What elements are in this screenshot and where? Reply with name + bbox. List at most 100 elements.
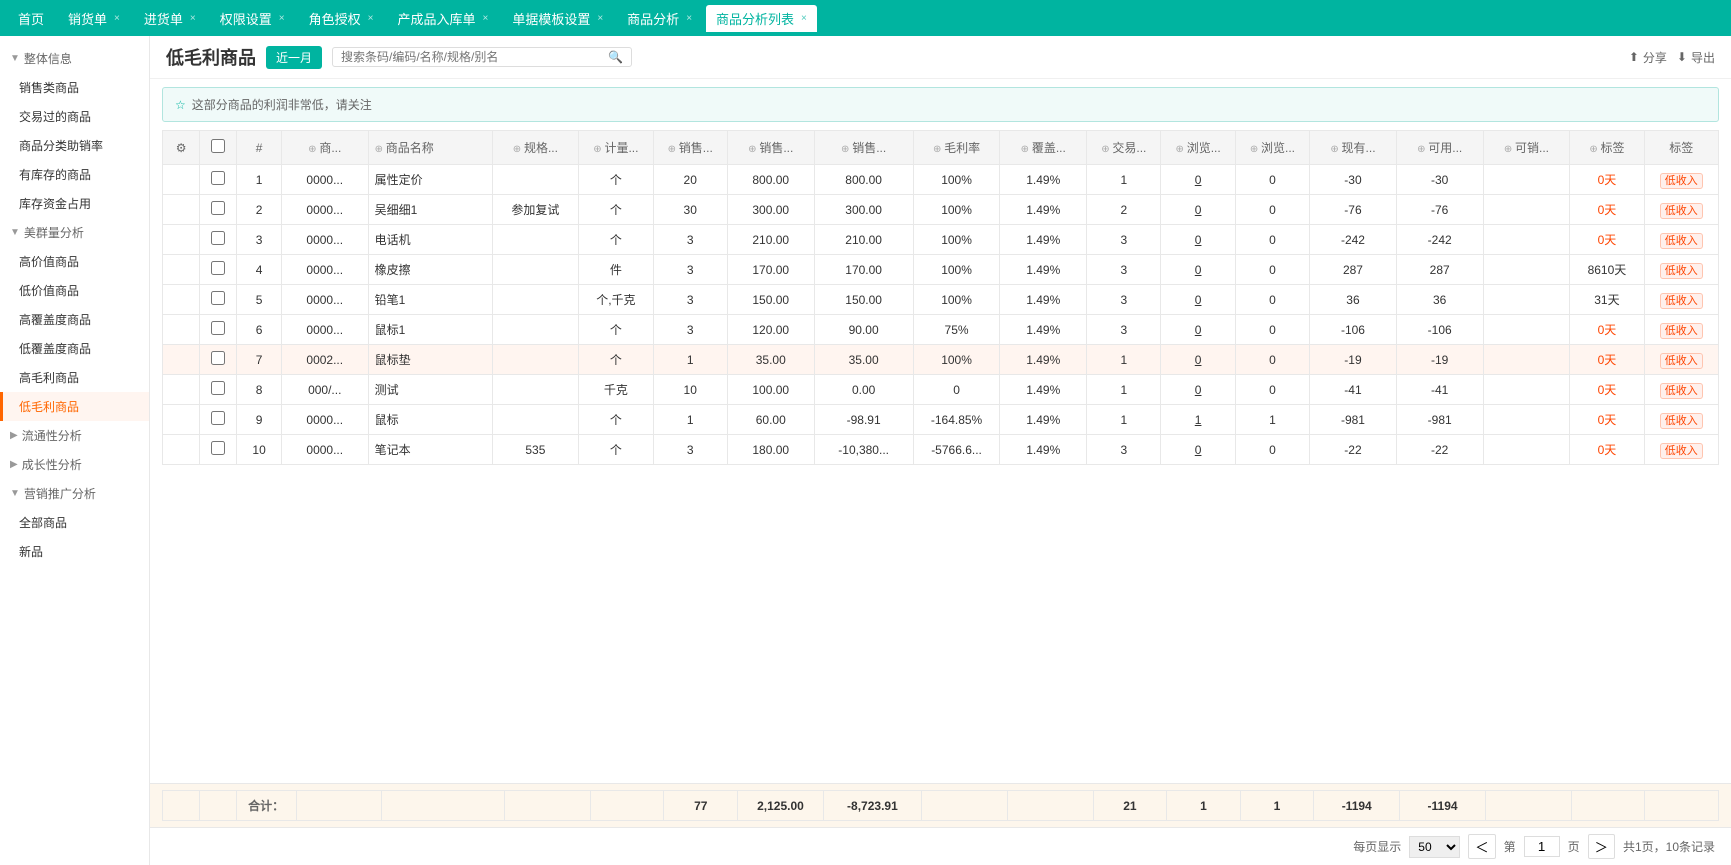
cell-check[interactable] [200,315,237,345]
browse-link[interactable]: 0 [1195,323,1202,337]
nav-item-template[interactable]: 单据模板设置 × [502,5,613,32]
th-saleable[interactable]: 可销... [1483,131,1570,165]
cell-check[interactable] [200,285,237,315]
cell-check[interactable] [200,195,237,225]
row-checkbox[interactable] [211,381,225,395]
row-checkbox[interactable] [211,411,225,425]
row-checkbox[interactable] [211,201,225,215]
row-checkbox[interactable] [211,351,225,365]
period-button[interactable]: 近一月 [266,46,322,69]
th-days[interactable]: 标签 [1570,131,1644,165]
th-browse1[interactable]: 浏览... [1161,131,1235,165]
sidebar-item-traded-products[interactable]: 交易过的商品 [0,102,149,131]
close-icon[interactable]: × [686,13,692,24]
th-gross-rate[interactable]: 毛利率 [913,131,1000,165]
close-icon[interactable]: × [801,13,807,24]
th-code[interactable]: 商... [281,131,368,165]
th-trans[interactable]: 交易... [1087,131,1161,165]
browse-link[interactable]: 0 [1195,383,1202,397]
prev-page-button[interactable]: ＜ [1468,834,1495,859]
page-size-select[interactable]: 50 10 20 100 [1409,836,1460,858]
browse-link[interactable]: 0 [1195,263,1202,277]
browse-link[interactable]: 0 [1195,353,1202,367]
cell-check[interactable] [200,435,237,465]
close-icon[interactable]: × [368,13,374,24]
th-settings[interactable]: ⚙ [163,131,200,165]
row-checkbox[interactable] [211,261,225,275]
row-checkbox[interactable] [211,441,225,455]
browse-link[interactable]: 0 [1195,443,1202,457]
sidebar-group-circulation[interactable]: ▶ 流通性分析 [0,421,149,450]
cell-browse1[interactable]: 0 [1161,315,1235,345]
th-spec[interactable]: 规格... [492,131,579,165]
row-checkbox[interactable] [211,321,225,335]
browse-link[interactable]: 0 [1195,233,1202,247]
gear-icon[interactable]: ⚙ [176,141,187,155]
sidebar-group-marketing[interactable]: ▼ 营销推广分析 [0,479,149,508]
sidebar-group-beauty[interactable]: ▼ 美群量分析 [0,218,149,247]
th-name[interactable]: 商品名称 [368,131,492,165]
sidebar-item-low-margin[interactable]: 低毛利商品 [0,392,149,421]
sidebar-item-new-products[interactable]: 新品 [0,537,149,566]
th-available[interactable]: 可用... [1396,131,1483,165]
close-icon[interactable]: × [597,13,603,24]
cell-check[interactable] [200,225,237,255]
page-number-input[interactable] [1524,836,1560,857]
sidebar-item-stock-capital[interactable]: 库存资金占用 [0,189,149,218]
cell-browse1[interactable]: 0 [1161,285,1235,315]
export-button[interactable]: ⬇ 导出 [1677,49,1715,66]
th-sales-profit[interactable]: 销售... [814,131,913,165]
cell-check[interactable] [200,345,237,375]
sidebar-group-growth[interactable]: ▶ 成长性分析 [0,450,149,479]
th-cover[interactable]: 覆盖... [1000,131,1087,165]
sidebar-item-low-coverage[interactable]: 低覆盖度商品 [0,334,149,363]
cell-check[interactable] [200,165,237,195]
sidebar-item-high-value[interactable]: 高价值商品 [0,247,149,276]
share-button[interactable]: ⬆ 分享 [1629,49,1667,66]
nav-item-analysis-list[interactable]: 商品分析列表 × [706,5,817,32]
sidebar-item-low-value[interactable]: 低价值商品 [0,276,149,305]
close-icon[interactable]: × [482,13,488,24]
sidebar-group-overall[interactable]: ▼ 整体信息 [0,44,149,73]
th-browse2[interactable]: 浏览... [1235,131,1309,165]
cell-browse1[interactable]: 0 [1161,165,1235,195]
select-all-checkbox[interactable] [211,139,225,153]
cell-browse1[interactable]: 0 [1161,375,1235,405]
browse-link[interactable]: 0 [1195,293,1202,307]
close-icon[interactable]: × [279,13,285,24]
nav-item-home[interactable]: 首页 [8,5,54,32]
sidebar-item-high-margin[interactable]: 高毛利商品 [0,363,149,392]
nav-item-roles[interactable]: 角色授权 × [299,5,384,32]
nav-item-permissions[interactable]: 权限设置 × [210,5,295,32]
th-sales-price[interactable]: 销售... [727,131,814,165]
cell-browse1[interactable]: 0 [1161,435,1235,465]
sidebar-item-in-stock[interactable]: 有库存的商品 [0,160,149,189]
search-icon[interactable]: 🔍 [608,50,623,64]
cell-check[interactable] [200,375,237,405]
row-checkbox[interactable] [211,231,225,245]
th-sales-qty[interactable]: 销售... [653,131,727,165]
cell-browse1[interactable]: 1 [1161,405,1235,435]
browse-link[interactable]: 0 [1195,173,1202,187]
cell-check[interactable] [200,405,237,435]
sidebar-item-category-rate[interactable]: 商品分类助销率 [0,131,149,160]
browse-link[interactable]: 0 [1195,203,1202,217]
nav-item-purchase[interactable]: 进货单 × [134,5,206,32]
cell-browse1[interactable]: 0 [1161,345,1235,375]
row-checkbox[interactable] [211,291,225,305]
cell-browse1[interactable]: 0 [1161,195,1235,225]
browse-link[interactable]: 1 [1195,413,1202,427]
sidebar-item-all-products[interactable]: 全部商品 [0,508,149,537]
next-page-button[interactable]: ＞ [1588,834,1615,859]
th-unit[interactable]: 计量... [579,131,653,165]
nav-item-sales[interactable]: 销货单 × [58,5,130,32]
cell-browse1[interactable]: 0 [1161,255,1235,285]
nav-item-analysis[interactable]: 商品分析 × [617,5,702,32]
cell-browse1[interactable]: 0 [1161,225,1235,255]
cell-check[interactable] [200,255,237,285]
th-current[interactable]: 现有... [1310,131,1397,165]
close-icon[interactable]: × [190,13,196,24]
sidebar-item-high-coverage[interactable]: 高覆盖度商品 [0,305,149,334]
nav-item-product-entry[interactable]: 产成品入库单 × [387,5,498,32]
close-icon[interactable]: × [114,13,120,24]
